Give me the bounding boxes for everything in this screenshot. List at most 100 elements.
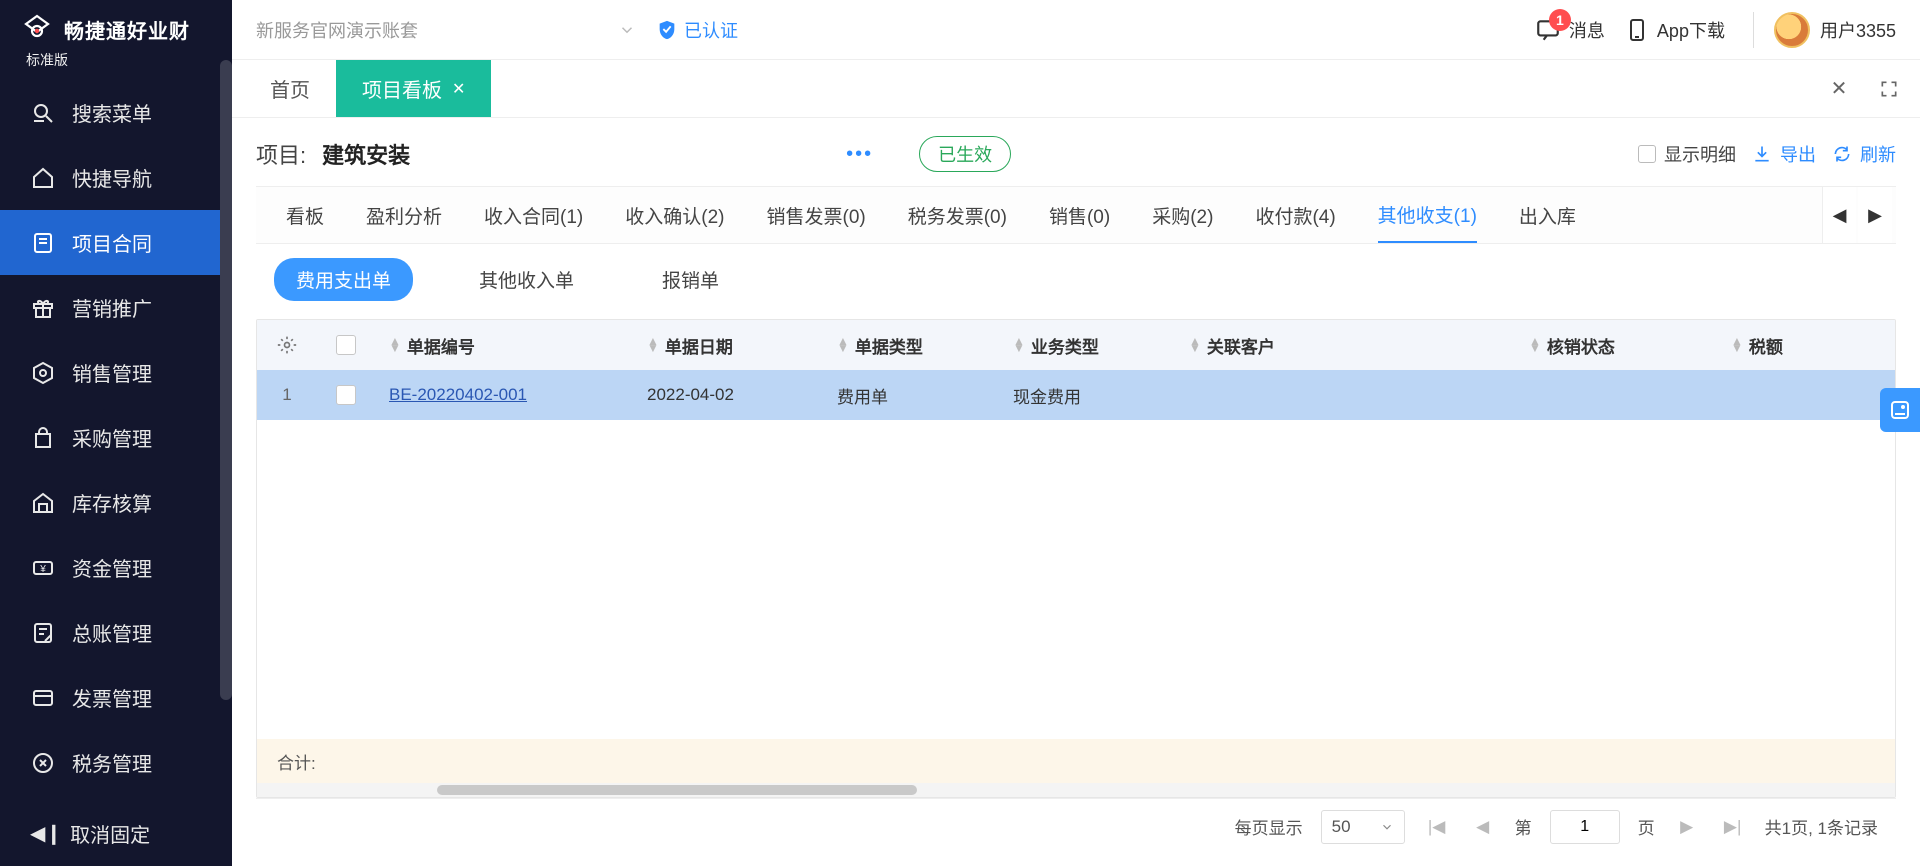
pill-2[interactable]: 报销单	[640, 258, 741, 301]
last-page-button[interactable]: ▶|	[1719, 813, 1747, 841]
user-name: 用户3355	[1820, 17, 1896, 43]
subtab-1[interactable]: 盈利分析	[366, 187, 442, 243]
account-placeholder: 新服务官网演示账套	[256, 17, 418, 43]
subtab-5[interactable]: 税务发票(0)	[908, 187, 1007, 243]
sidebar-item-search[interactable]: 搜索菜单	[0, 80, 232, 145]
subtab-0[interactable]: 看板	[286, 187, 324, 243]
prev-page-button[interactable]: ◀	[1469, 813, 1497, 841]
sort-icon: ▲▼	[1529, 338, 1541, 352]
user-menu[interactable]: 用户3355	[1753, 12, 1896, 48]
subtab-next-button[interactable]: ▶	[1858, 187, 1892, 243]
refresh-label: 刷新	[1860, 141, 1896, 167]
sidebar-unpin-label: 取消固定	[70, 819, 150, 848]
sidebar-item-gl[interactable]: 总账管理	[0, 600, 232, 665]
pill-0[interactable]: 费用支出单	[274, 258, 413, 301]
sidebar-unpin[interactable]: ◀❙ 取消固定	[0, 801, 232, 866]
page-size-select[interactable]: 50	[1321, 810, 1405, 844]
subtab-10[interactable]: 出入库	[1519, 187, 1576, 243]
tab-home[interactable]: 首页	[244, 60, 336, 117]
next-page-button[interactable]: ▶	[1673, 813, 1701, 841]
settings-column[interactable]	[257, 335, 317, 355]
page-input[interactable]	[1550, 810, 1620, 844]
fullscreen-button[interactable]	[1876, 76, 1902, 102]
column-header-date[interactable]: ▲▼单据日期	[633, 333, 823, 358]
sort-icon: ▲▼	[389, 338, 401, 352]
column-header-no[interactable]: ▲▼单据编号	[375, 333, 633, 358]
chevron-down-icon	[618, 21, 636, 39]
contract-icon	[30, 230, 56, 256]
table-row[interactable]: 1BE-20220402-0012022-04-02费用单现金费用	[257, 370, 1895, 420]
refresh-button[interactable]: 刷新	[1832, 141, 1896, 167]
sidebar-item-contract[interactable]: 项目合同	[0, 210, 232, 275]
refresh-icon	[1832, 144, 1852, 164]
subtab-4[interactable]: 销售发票(0)	[767, 187, 866, 243]
column-header-stat[interactable]: ▲▼核销状态	[1515, 333, 1717, 358]
ledger-icon	[30, 620, 56, 646]
close-icon[interactable]: ✕	[452, 79, 465, 99]
column-header-type[interactable]: ▲▼单据类型	[823, 333, 999, 358]
sidebar-item-label: 税务管理	[72, 748, 152, 777]
sidebar-item-label: 采购管理	[72, 423, 152, 452]
help-float-button[interactable]	[1880, 388, 1920, 432]
page-size-value: 50	[1332, 817, 1351, 837]
messages-button[interactable]: 1 消息	[1535, 17, 1605, 43]
cell-date: 2022-04-02	[633, 385, 823, 405]
column-header-tax[interactable]: ▲▼税额	[1717, 333, 1839, 358]
download-button[interactable]: App下载	[1625, 17, 1725, 43]
sidebar-item-purchase[interactable]: 采购管理	[0, 405, 232, 470]
download-label: App下载	[1657, 17, 1725, 43]
sidebar-item-label: 营销推广	[72, 293, 152, 322]
subtab-9[interactable]: 其他收支(1)	[1378, 187, 1477, 243]
sidebar-item-quicknav[interactable]: 快捷导航	[0, 145, 232, 210]
column-header-cust[interactable]: ▲▼关联客户	[1175, 333, 1515, 358]
doc-link[interactable]: BE-20220402-001	[389, 385, 527, 405]
sort-icon: ▲▼	[647, 338, 659, 352]
sidebar-item-label: 快捷导航	[72, 163, 152, 192]
export-button[interactable]: 导出	[1752, 141, 1816, 167]
page-header: 项目: 建筑安装 ••• 已生效 显示明细 导出 刷新	[256, 136, 1896, 172]
page-suffix: 页	[1638, 814, 1655, 839]
sidebar-item-sales[interactable]: 销售管理	[0, 340, 232, 405]
row-index: 1	[257, 385, 317, 405]
sidebar-scrollbar[interactable]	[220, 60, 232, 700]
first-page-button[interactable]: |◀	[1423, 813, 1451, 841]
select-all-checkbox[interactable]	[317, 335, 375, 355]
table-footer: 合计:	[257, 739, 1895, 783]
verified-label: 已认证	[684, 17, 738, 43]
per-page-label: 每页显示	[1235, 814, 1303, 839]
tab-project-board[interactable]: 项目看板 ✕	[336, 60, 491, 117]
checkbox-icon	[1638, 145, 1656, 163]
sidebar-item-label: 发票管理	[72, 683, 152, 712]
sidebar-item-fund[interactable]: ¥ 资金管理	[0, 535, 232, 600]
subtab-2[interactable]: 收入合同(1)	[484, 187, 583, 243]
pill-1[interactable]: 其他收入单	[457, 258, 596, 301]
row-checkbox[interactable]	[317, 385, 375, 405]
sidebar-item-tax[interactable]: 税务管理	[0, 730, 232, 795]
subtab-6[interactable]: 销售(0)	[1049, 187, 1110, 243]
sidebar-item-marketing[interactable]: 营销推广	[0, 275, 232, 340]
subtab-3[interactable]: 收入确认(2)	[625, 187, 724, 243]
project-label: 项目:	[256, 138, 306, 170]
bag-icon	[30, 425, 56, 451]
sidebar-item-invoice[interactable]: 发票管理	[0, 665, 232, 730]
sidebar: 畅捷通好业财 标准版 搜索菜单 快捷导航 项目合同 营销推广 销售管理	[0, 0, 232, 866]
column-header-biz[interactable]: ▲▼业务类型	[999, 333, 1175, 358]
verified-badge: 已认证	[656, 17, 738, 43]
sidebar-item-inventory[interactable]: 库存核算	[0, 470, 232, 535]
subtab-prev-button[interactable]: ◀	[1822, 187, 1856, 243]
show-detail-toggle[interactable]: 显示明细	[1638, 141, 1736, 167]
cell-no: BE-20220402-001	[375, 385, 633, 405]
subtab-8[interactable]: 收付款(4)	[1255, 187, 1335, 243]
data-table: ▲▼单据编号 ▲▼单据日期 ▲▼单据类型 ▲▼业务类型 ▲▼关联客户 ▲▼核销状…	[256, 319, 1896, 798]
sidebar-item-label: 总账管理	[72, 618, 152, 647]
close-all-tabs-button[interactable]: ✕	[1826, 76, 1852, 102]
brand-logo-icon	[20, 12, 54, 46]
more-button[interactable]: •••	[846, 143, 873, 166]
shield-icon	[656, 19, 678, 41]
search-icon	[30, 100, 56, 126]
svg-text:¥: ¥	[39, 564, 46, 575]
export-icon	[1752, 144, 1772, 164]
subtab-7[interactable]: 采购(2)	[1152, 187, 1213, 243]
horizontal-scrollbar[interactable]	[257, 783, 1895, 797]
account-selector[interactable]: 新服务官网演示账套	[256, 17, 636, 43]
